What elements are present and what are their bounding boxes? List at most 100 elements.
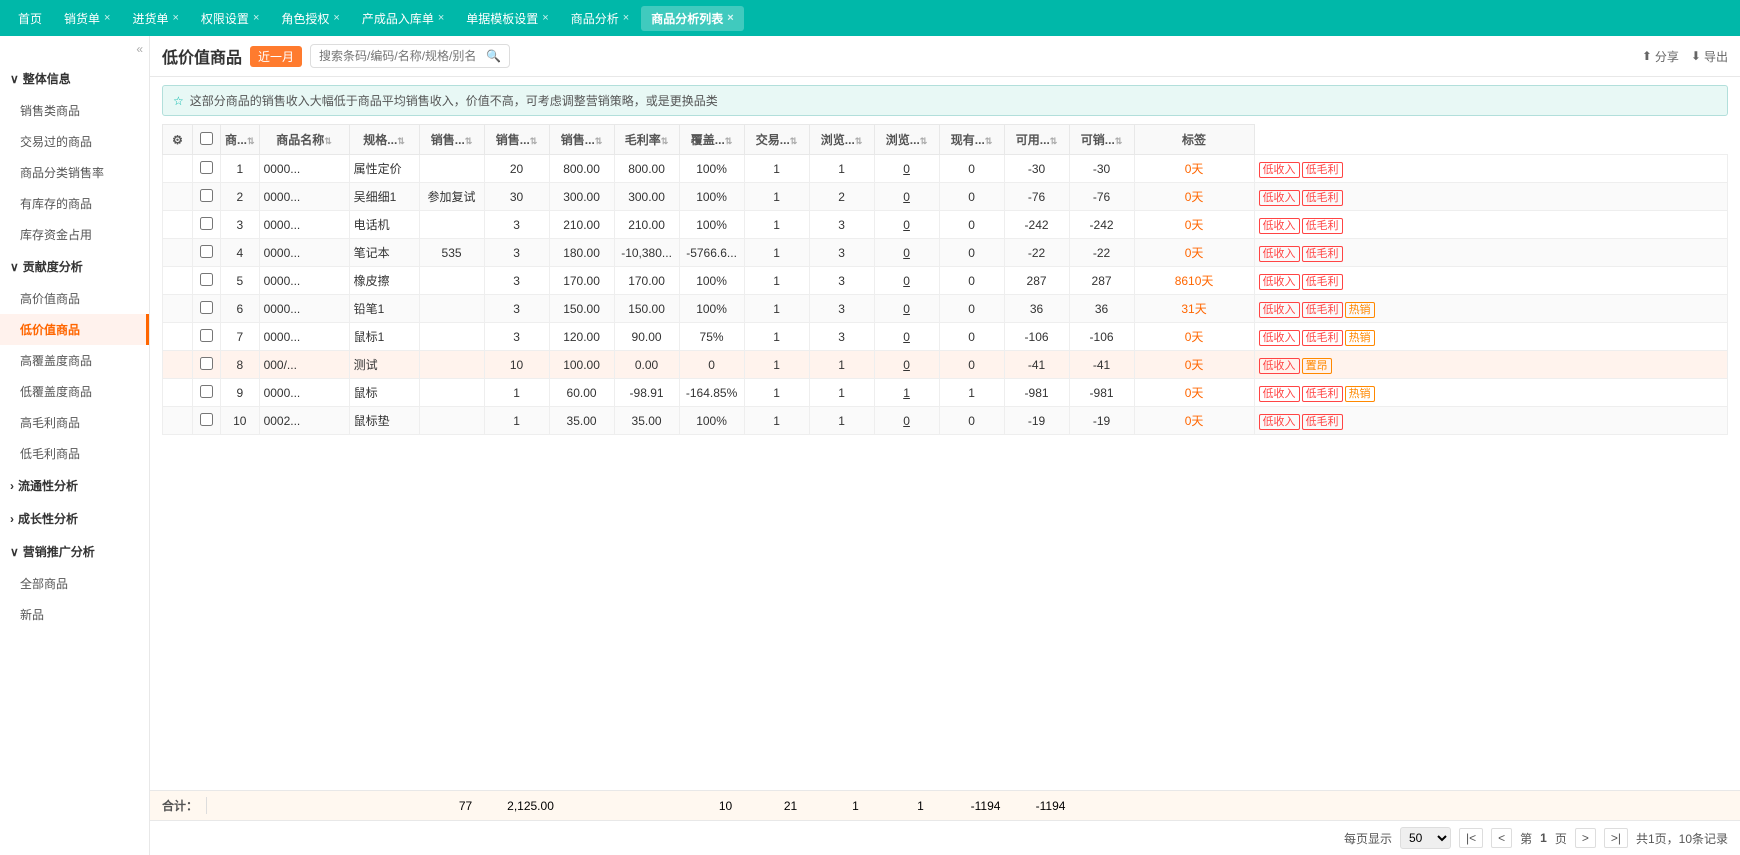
search-input[interactable] <box>319 49 482 63</box>
table-row[interactable]: 10 0002... 鼠标垫 1 35.00 35.00 100% 1 1 0 … <box>163 407 1728 435</box>
row-stock: -41 <box>1004 351 1069 379</box>
sidebar-collapse-btn[interactable]: « <box>0 36 149 62</box>
row-tags: 低收入低毛利 <box>1254 239 1727 267</box>
sidebar-item-high-margin[interactable]: 高毛利商品 <box>0 407 149 438</box>
nav-close-template[interactable]: × <box>542 12 548 24</box>
th-settings[interactable]: ⚙ <box>163 125 193 155</box>
row-code: 0000... <box>259 239 349 267</box>
sidebar-item-new-goods[interactable]: 新品 <box>0 599 149 630</box>
sidebar-group-contribution[interactable]: ∨贡献度分析 <box>0 250 149 283</box>
table-row[interactable]: 4 0000... 笔记本 535 3 180.00 -10,380... -5… <box>163 239 1728 267</box>
row-check[interactable] <box>193 155 221 183</box>
row-browse1[interactable]: 0 <box>874 295 939 323</box>
row-check[interactable] <box>193 211 221 239</box>
nav-close-inbound[interactable]: × <box>438 12 444 24</box>
nav-close-role[interactable]: × <box>333 12 339 24</box>
th-sale-price[interactable]: 销售...⇅ <box>549 125 614 155</box>
row-tags: 低收入低毛利 <box>1254 183 1727 211</box>
row-sale-qty: 1 <box>484 407 549 435</box>
row-check[interactable] <box>193 183 221 211</box>
row-browse1[interactable]: 0 <box>874 211 939 239</box>
th-avail[interactable]: 可用...⇅ <box>1004 125 1069 155</box>
sidebar-item-sales-goods[interactable]: 销售类商品 <box>0 95 149 126</box>
nav-sales[interactable]: 销货单 × <box>54 6 120 31</box>
sidebar-item-high-value[interactable]: 高价值商品 <box>0 283 149 314</box>
share-button[interactable]: ⬆ 分享 <box>1642 48 1679 65</box>
row-sale-price: 0.00 <box>614 351 679 379</box>
nav-inbound[interactable]: 产成品入库单 × <box>352 6 454 31</box>
row-browse1[interactable]: 0 <box>874 239 939 267</box>
sidebar-item-stock-goods[interactable]: 有库存的商品 <box>0 188 149 219</box>
table-row[interactable]: 7 0000... 鼠标1 3 120.00 90.00 75% 1 3 0 0… <box>163 323 1728 351</box>
nav-home[interactable]: 首页 <box>8 6 52 31</box>
row-check[interactable] <box>193 379 221 407</box>
th-trade[interactable]: 交易...⇅ <box>744 125 809 155</box>
th-name[interactable]: 商品名称⇅ <box>259 125 349 155</box>
row-browse1[interactable]: 0 <box>874 407 939 435</box>
filter-recent-month[interactable]: 近一月 <box>250 46 302 67</box>
th-sale-amt[interactable]: 销售...⇅ <box>484 125 549 155</box>
page-next-btn[interactable]: > <box>1575 828 1596 848</box>
table-row[interactable]: 5 0000... 橡皮擦 3 170.00 170.00 100% 1 3 0… <box>163 267 1728 295</box>
sidebar-item-stock-funds[interactable]: 库存资金占用 <box>0 219 149 250</box>
nav-close-purchase[interactable]: × <box>172 12 178 24</box>
row-browse1[interactable]: 0 <box>874 183 939 211</box>
nav-analysis[interactable]: 商品分析 × <box>561 6 639 31</box>
row-code: 0002... <box>259 407 349 435</box>
table-row[interactable]: 1 0000... 属性定价 20 800.00 800.00 100% 1 1… <box>163 155 1728 183</box>
sidebar-group-overall[interactable]: ∨整体信息 <box>0 62 149 95</box>
sidebar-item-high-coverage[interactable]: 高覆盖度商品 <box>0 345 149 376</box>
table-row[interactable]: 8 000/... 测试 10 100.00 0.00 0 1 1 0 0 -4… <box>163 351 1728 379</box>
row-check[interactable] <box>193 351 221 379</box>
sidebar-item-all-goods[interactable]: 全部商品 <box>0 568 149 599</box>
nav-close-analysis[interactable]: × <box>623 12 629 24</box>
nav-purchase[interactable]: 进货单 × <box>122 6 188 31</box>
page-first-btn[interactable]: |< <box>1459 828 1483 848</box>
th-check[interactable] <box>193 125 221 155</box>
th-stock[interactable]: 现有...⇅ <box>939 125 1004 155</box>
row-browse1[interactable]: 0 <box>874 323 939 351</box>
sidebar-group-flow[interactable]: ›流通性分析 <box>0 469 149 502</box>
row-check[interactable] <box>193 295 221 323</box>
page-prev-btn[interactable]: < <box>1491 828 1512 848</box>
row-check[interactable] <box>193 407 221 435</box>
sidebar-group-growth[interactable]: ›成长性分析 <box>0 502 149 535</box>
sidebar-item-low-coverage[interactable]: 低覆盖度商品 <box>0 376 149 407</box>
table-row[interactable]: 2 0000... 吴细细1 参加复试 30 300.00 300.00 100… <box>163 183 1728 211</box>
select-all-checkbox[interactable] <box>200 132 213 145</box>
th-sale-qty[interactable]: 销售...⇅ <box>419 125 484 155</box>
sidebar-item-traded-goods[interactable]: 交易过的商品 <box>0 126 149 157</box>
nav-close-analysis-list[interactable]: × <box>727 12 733 24</box>
table-row[interactable]: 9 0000... 鼠标 1 60.00 -98.91 -164.85% 1 1… <box>163 379 1728 407</box>
nav-role[interactable]: 角色授权 × <box>271 6 349 31</box>
sidebar-group-marketing[interactable]: ∨营销推广分析 <box>0 535 149 568</box>
nav-template[interactable]: 单据模板设置 × <box>456 6 558 31</box>
nav-permission[interactable]: 权限设置 × <box>191 6 269 31</box>
row-browse1[interactable]: 1 <box>874 379 939 407</box>
sidebar-item-category-sales[interactable]: 商品分类销售率 <box>0 157 149 188</box>
th-sellable[interactable]: 可销...⇅ <box>1069 125 1134 155</box>
nav-close-permission[interactable]: × <box>253 12 259 24</box>
page-size-select[interactable]: 50 100 200 <box>1400 827 1451 849</box>
row-check[interactable] <box>193 267 221 295</box>
th-margin[interactable]: 毛利率⇅ <box>614 125 679 155</box>
sidebar-item-low-margin[interactable]: 低毛利商品 <box>0 438 149 469</box>
search-box[interactable]: 🔍 <box>310 44 510 68</box>
th-browse1[interactable]: 浏览...⇅ <box>809 125 874 155</box>
page-last-btn[interactable]: >| <box>1604 828 1628 848</box>
th-coverage[interactable]: 覆盖...⇅ <box>679 125 744 155</box>
table-row[interactable]: 6 0000... 铅笔1 3 150.00 150.00 100% 1 3 0… <box>163 295 1728 323</box>
row-browse1[interactable]: 0 <box>874 155 939 183</box>
row-browse1[interactable]: 0 <box>874 267 939 295</box>
export-button[interactable]: ⬇ 导出 <box>1691 48 1728 65</box>
row-browse1[interactable]: 0 <box>874 351 939 379</box>
th-spec[interactable]: 规格...⇅ <box>349 125 419 155</box>
nav-analysis-list[interactable]: 商品分析列表 × <box>641 6 743 31</box>
search-icon[interactable]: 🔍 <box>486 49 501 63</box>
table-row[interactable]: 3 0000... 电话机 3 210.00 210.00 100% 1 3 0… <box>163 211 1728 239</box>
th-browse2[interactable]: 浏览...⇅ <box>874 125 939 155</box>
nav-close-sales[interactable]: × <box>104 12 110 24</box>
row-check[interactable] <box>193 323 221 351</box>
row-check[interactable] <box>193 239 221 267</box>
sidebar-item-low-value[interactable]: 低价值商品 <box>0 314 149 345</box>
